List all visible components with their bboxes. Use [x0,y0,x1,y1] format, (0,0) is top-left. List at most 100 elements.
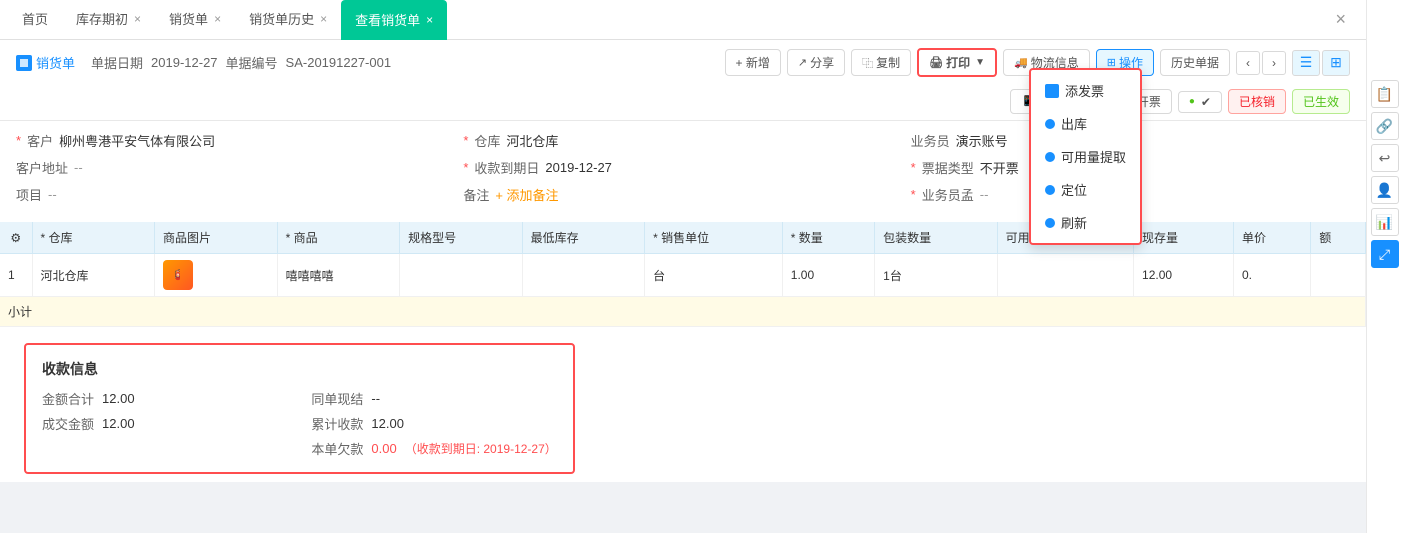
tab-home[interactable]: 首页 [8,0,62,40]
new-button[interactable]: + 新增 [725,49,781,76]
sales-order-icon [16,55,32,71]
customer-value: 柳州粤港平安气体有限公司 [59,131,215,150]
staff-label: 业务员 [911,131,950,150]
tab-view-sales[interactable]: 查看销货单 × [341,0,447,40]
note-label: 备注 [463,185,489,204]
transaction-value: 12.00 [102,416,135,431]
sold-badge-label: 已核销 [1239,95,1275,109]
sidebar-chart-icon[interactable]: 📊 [1371,208,1399,236]
payment-cumulative-row: 累计收款 12.00 [311,414,556,433]
transaction-label: 成交金额 [42,414,94,433]
sold-badge: 已核销 [1228,89,1286,114]
customer-label: 客户 [27,131,53,150]
doc-title-row: 销货单 单据日期 2019-12-27 单据编号 SA-20191227-001… [16,48,1350,83]
view-list-button[interactable]: ☰ [1292,50,1320,76]
refresh-item[interactable]: 刷新 [1031,206,1140,239]
history-button-label: 历史单据 [1171,54,1219,71]
history-button[interactable]: 历史单据 [1160,49,1230,76]
warehouse-field: * 仓库 河北仓库 [463,131,902,150]
project-field: 项目 -- [16,185,455,204]
col-min-stock: 最低库存 [522,222,645,254]
doc-number-value: SA-20191227-001 [286,55,392,70]
subtotal-row: 小计 [0,297,1366,327]
outbound-item[interactable]: 出库 [1031,107,1140,140]
prev-button[interactable]: ‹ [1236,51,1260,75]
row-stock: 12.00 [1134,254,1234,297]
row-quantity: 1.00 [782,254,874,297]
sidebar-doc-icon[interactable]: 📋 [1371,80,1399,108]
next-button[interactable]: › [1262,51,1286,75]
tab-sales-label: 销货单 [169,9,208,28]
col-product: * 商品 [277,222,400,254]
locate-item[interactable]: 定位 [1031,173,1140,206]
salesperson-value: -- [980,187,989,202]
col-stock: 现存量 [1134,222,1234,254]
tab-sales-history-close[interactable]: × [320,12,327,26]
copy-button-label: 复制 [876,54,900,71]
doc-meta: 单据日期 2019-12-27 单据编号 SA-20191227-001 [91,53,391,72]
tab-inventory-label: 库存期初 [76,9,128,28]
customer-field: * 客户 柳州粤港平安气体有限公司 [16,131,455,150]
staff-value: 演示账号 [956,131,1008,150]
outstanding-value: 0.00 [371,441,396,456]
view-grid-button[interactable]: ⊞ [1322,50,1350,76]
address-label: 客户地址 [16,158,68,177]
sidebar-link-icon[interactable]: 🔗 [1371,112,1399,140]
tab-sales-close[interactable]: × [214,12,221,26]
cumulative-value: 12.00 [371,416,404,431]
window-close-button[interactable]: × [1323,9,1358,30]
add-invoice-item[interactable]: 添发票 [1031,74,1140,107]
ticket-required-mark: * [911,160,916,175]
tab-inventory[interactable]: 库存期初 × [62,0,155,40]
check-btn[interactable]: ✔ [1178,91,1222,113]
add-invoice-label: 添发票 [1065,81,1104,100]
tab-sales-history-label: 销货单历史 [249,9,314,28]
payment-transaction-row: 成交金额 12.00 [42,414,287,433]
add-invoice-icon [1045,84,1059,98]
ticket-value: 不开票 [980,158,1019,177]
address-value: -- [74,160,83,175]
tab-sales-history[interactable]: 销货单历史 × [235,0,341,40]
col-pkg-qty: 包装数量 [875,222,998,254]
available-qty-item[interactable]: 可用量提取 [1031,140,1140,173]
row-amount [1311,254,1366,297]
note-field: 备注 + 添加备注 [463,185,902,204]
row-min-stock [522,254,645,297]
form-row-1: * 客户 柳州粤港平安气体有限公司 * 仓库 河北仓库 业务员 演示账号 [16,131,1350,150]
col-product-img: 商品图片 [155,222,278,254]
col-unit: * 销售单位 [645,222,783,254]
tab-inventory-close[interactable]: × [134,12,141,26]
share-button[interactable]: ↗ 分享 [787,49,845,76]
project-label: 项目 [16,185,42,204]
same-order-label: 同单现结 [311,389,363,408]
payment-section: 收款信息 金额合计 12.00 同单现结 -- 成交金额 12.00 累计收款 … [24,343,575,474]
sidebar-return-icon[interactable]: ↩ [1371,144,1399,172]
col-settings[interactable]: ⚙ [0,222,32,254]
payment-same-order-row: 同单现结 -- [311,389,556,408]
table-row: 1 河北仓库 🧯 嘻嘻嘻嘻 台 1.00 1台 12.00 0. [0,254,1366,297]
product-table: ⚙ * 仓库 商品图片 * 商品 规格型号 最低库存 * 销售单位 * 数量 包… [0,222,1366,327]
row-available [997,254,1133,297]
row-num: 1 [0,254,32,297]
row-unit-price: 0. [1233,254,1310,297]
due-date-required-mark: * [463,160,468,175]
operation-dropdown: 添发票 出库 可用量提取 定位 刷新 [1029,68,1142,245]
tab-view-sales-close[interactable]: × [426,13,433,27]
row-product-name: 嘻嘻嘻嘻 [277,254,400,297]
sidebar-expand-icon[interactable]: ⤢ [1371,240,1399,268]
row-warehouse: 河北仓库 [32,254,155,297]
product-image: 🧯 [163,260,193,290]
add-note-button[interactable]: + 添加备注 [495,185,558,204]
right-sidebar: 📋 🔗 ↩ 👤 📊 ⤢ [1366,0,1402,533]
project-value: -- [48,187,57,202]
payment-title: 收款信息 [42,359,557,379]
copy-button[interactable]: ⿻ 复制 [851,49,911,76]
row-spec [400,254,523,297]
available-qty-label: 可用量提取 [1061,147,1126,166]
sidebar-user-icon[interactable]: 👤 [1371,176,1399,204]
tab-sales[interactable]: 销货单 × [155,0,235,40]
due-date-note: （收款到期日: 2019-12-27） [405,440,557,457]
subtotal-label: 小计 [0,297,1366,327]
print-button[interactable]: 🖨 打印 ▼ [917,48,997,77]
doc-type-tag: 销货单 [16,53,75,72]
